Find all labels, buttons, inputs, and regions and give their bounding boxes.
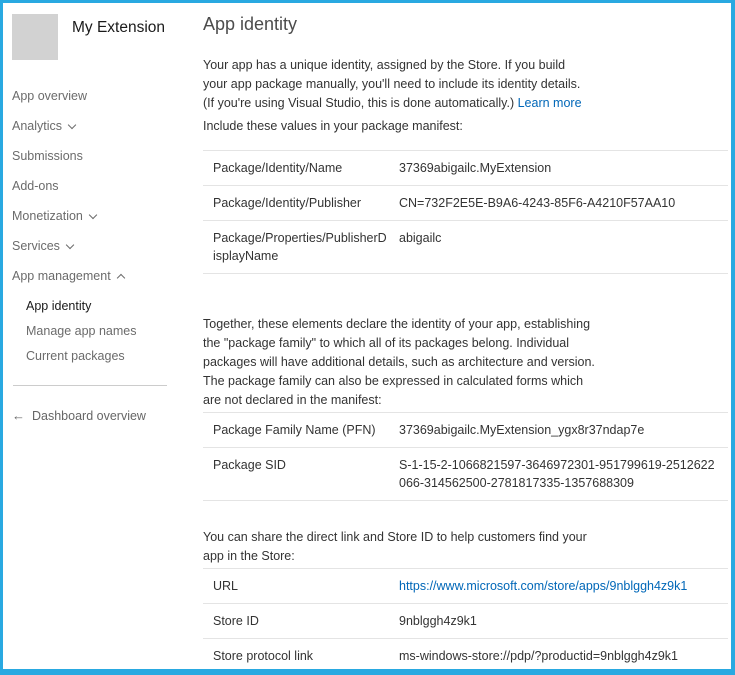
app-logo-placeholder [12, 14, 58, 60]
chevron-down-icon [67, 120, 77, 130]
back-link-label: Dashboard overview [32, 409, 146, 423]
row-label: Store protocol link [213, 649, 314, 663]
manifest-values-table: Package/Identity/Name 37369abigailc.MyEx… [203, 150, 728, 274]
row-value: ms-windows-store://pdp/?productid=9nblgg… [399, 649, 678, 663]
table-row: Store ID 9nblggh4z9k1 [203, 603, 728, 638]
calculated-forms-paragraph: The package family can also be expressed… [203, 374, 584, 407]
sidebar-item-app-identity[interactable]: App identity [12, 299, 194, 316]
sidebar-item-label: App identity [26, 299, 92, 313]
sidebar-nav: App overview Analytics Submissions Add-o… [12, 89, 194, 374]
family-paragraph: Together, these elements declare the ide… [203, 317, 595, 369]
row-value: 37369abigailc.MyExtension_ygx8r37ndap7e [399, 423, 645, 437]
table-row: Store protocol link ms-windows-store://p… [203, 638, 728, 673]
sidebar-item-app-overview[interactable]: App overview [12, 89, 194, 106]
sidebar-item-label: Services [12, 239, 60, 253]
row-label: Package SID [213, 458, 286, 472]
intro-paragraph: Your app has a unique identity, assigned… [203, 56, 623, 113]
row-label: Package Family Name (PFN) [213, 423, 376, 437]
row-label: Package/Properties/PublisherDisplayName [213, 231, 387, 263]
store-link-table: URL https://www.microsoft.com/store/apps… [203, 568, 728, 673]
sidebar-item-app-management[interactable]: App management [12, 269, 194, 286]
sidebar-item-current-packages[interactable]: Current packages [12, 349, 194, 366]
row-value: abigailc [399, 231, 442, 245]
sidebar-item-label: App management [12, 269, 111, 283]
sidebar-item-services[interactable]: Services [12, 239, 194, 256]
row-value: S-1-15-2-1066821597-3646972301-951799619… [399, 458, 715, 490]
table-row: Package/Identity/Publisher CN=732F2E5E-B… [203, 185, 728, 220]
chevron-down-icon [65, 240, 75, 250]
sidebar-item-label: App overview [12, 89, 88, 103]
row-label: Package/Identity/Name [213, 161, 343, 175]
app-title: My Extension [72, 19, 166, 36]
sidebar-item-manage-app-names[interactable]: Manage app names [12, 324, 194, 341]
main-content: App identity Your app has a unique ident… [203, 0, 728, 675]
row-value: CN=732F2E5E-B9A6-4243-85F6-A4210F57AA10 [399, 196, 676, 210]
package-family-table: Package Family Name (PFN) 37369abigailc.… [203, 412, 728, 501]
sidebar-item-analytics[interactable]: Analytics [12, 119, 194, 136]
manifest-heading: Include these values in your package man… [203, 119, 463, 133]
sidebar-item-label: Analytics [12, 119, 63, 133]
sidebar-divider [13, 385, 167, 386]
sidebar-item-label: Add-ons [12, 179, 59, 193]
chevron-down-icon [88, 210, 98, 220]
row-value: 37369abigailc.MyExtension [399, 161, 552, 175]
sidebar-item-label: Submissions [12, 149, 83, 163]
sidebar-item-submissions[interactable]: Submissions [12, 149, 194, 166]
store-url-link[interactable]: https://www.microsoft.com/store/apps/9nb… [399, 579, 687, 593]
table-row: Package SID S-1-15-2-1066821597-36469723… [203, 447, 728, 500]
sidebar-item-monetization[interactable]: Monetization [12, 209, 194, 226]
row-label: URL [213, 579, 239, 593]
page-title: App identity [203, 14, 298, 34]
sidebar-item-label: Current packages [26, 349, 125, 363]
table-row: Package/Identity/Name 37369abigailc.MyEx… [203, 150, 728, 185]
sidebar-item-label: Monetization [12, 209, 83, 223]
share-paragraph: You can share the direct link and Store … [203, 530, 587, 563]
table-row: Package/Properties/PublisherDisplayName … [203, 220, 728, 273]
app-identity-page: My Extension App overview Analytics Subm… [0, 0, 735, 675]
row-label: Package/Identity/Publisher [213, 196, 362, 210]
row-label: Store ID [213, 614, 259, 628]
sidebar-item-add-ons[interactable]: Add-ons [12, 179, 194, 196]
dashboard-overview-link[interactable]: Dashboard overview [12, 408, 146, 423]
table-row: URL https://www.microsoft.com/store/apps… [203, 568, 728, 603]
sidebar-item-label: Manage app names [26, 324, 137, 338]
row-value: 9nblggh4z9k1 [399, 614, 477, 628]
table-row: Package Family Name (PFN) 37369abigailc.… [203, 412, 728, 447]
chevron-up-icon [116, 273, 125, 283]
learn-more-link[interactable]: Learn more [518, 96, 582, 110]
